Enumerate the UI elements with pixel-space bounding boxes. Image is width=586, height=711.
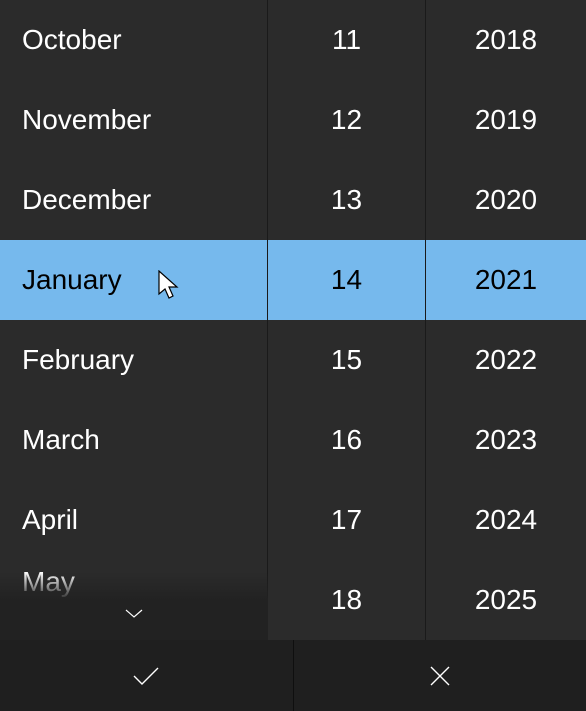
- day-option-selected[interactable]: 14: [268, 240, 425, 320]
- close-icon: [429, 665, 451, 687]
- month-option[interactable]: December: [0, 160, 267, 240]
- day-column[interactable]: 11 12 13 14 15 16 17 18: [268, 0, 426, 640]
- action-bar: [0, 640, 586, 711]
- chevron-down-icon[interactable]: [122, 602, 146, 626]
- day-option[interactable]: 11: [268, 0, 425, 80]
- year-option[interactable]: 2020: [426, 160, 586, 240]
- year-option[interactable]: 2023: [426, 400, 586, 480]
- year-option[interactable]: 2018: [426, 0, 586, 80]
- month-option-selected[interactable]: January: [0, 240, 267, 320]
- day-option[interactable]: 16: [268, 400, 425, 480]
- year-option[interactable]: 2024: [426, 480, 586, 560]
- day-option[interactable]: 17: [268, 480, 425, 560]
- date-picker: October November December January Februa…: [0, 0, 586, 640]
- year-option[interactable]: 2025: [426, 560, 586, 640]
- day-option[interactable]: 15: [268, 320, 425, 400]
- year-option[interactable]: 2019: [426, 80, 586, 160]
- day-option[interactable]: 18: [268, 560, 425, 640]
- month-option[interactable]: April: [0, 480, 267, 560]
- accept-button[interactable]: [0, 640, 293, 711]
- day-option[interactable]: 12: [268, 80, 425, 160]
- month-option[interactable]: October: [0, 0, 267, 80]
- year-column[interactable]: 2018 2019 2020 2021 2022 2023 2024 2025: [426, 0, 586, 640]
- year-option[interactable]: 2022: [426, 320, 586, 400]
- checkmark-icon: [132, 665, 160, 687]
- month-option[interactable]: November: [0, 80, 267, 160]
- month-option[interactable]: February: [0, 320, 267, 400]
- month-option[interactable]: March: [0, 400, 267, 480]
- day-option[interactable]: 13: [268, 160, 425, 240]
- month-column[interactable]: October November December January Februa…: [0, 0, 268, 640]
- year-option-selected[interactable]: 2021: [426, 240, 586, 320]
- cancel-button[interactable]: [294, 640, 586, 711]
